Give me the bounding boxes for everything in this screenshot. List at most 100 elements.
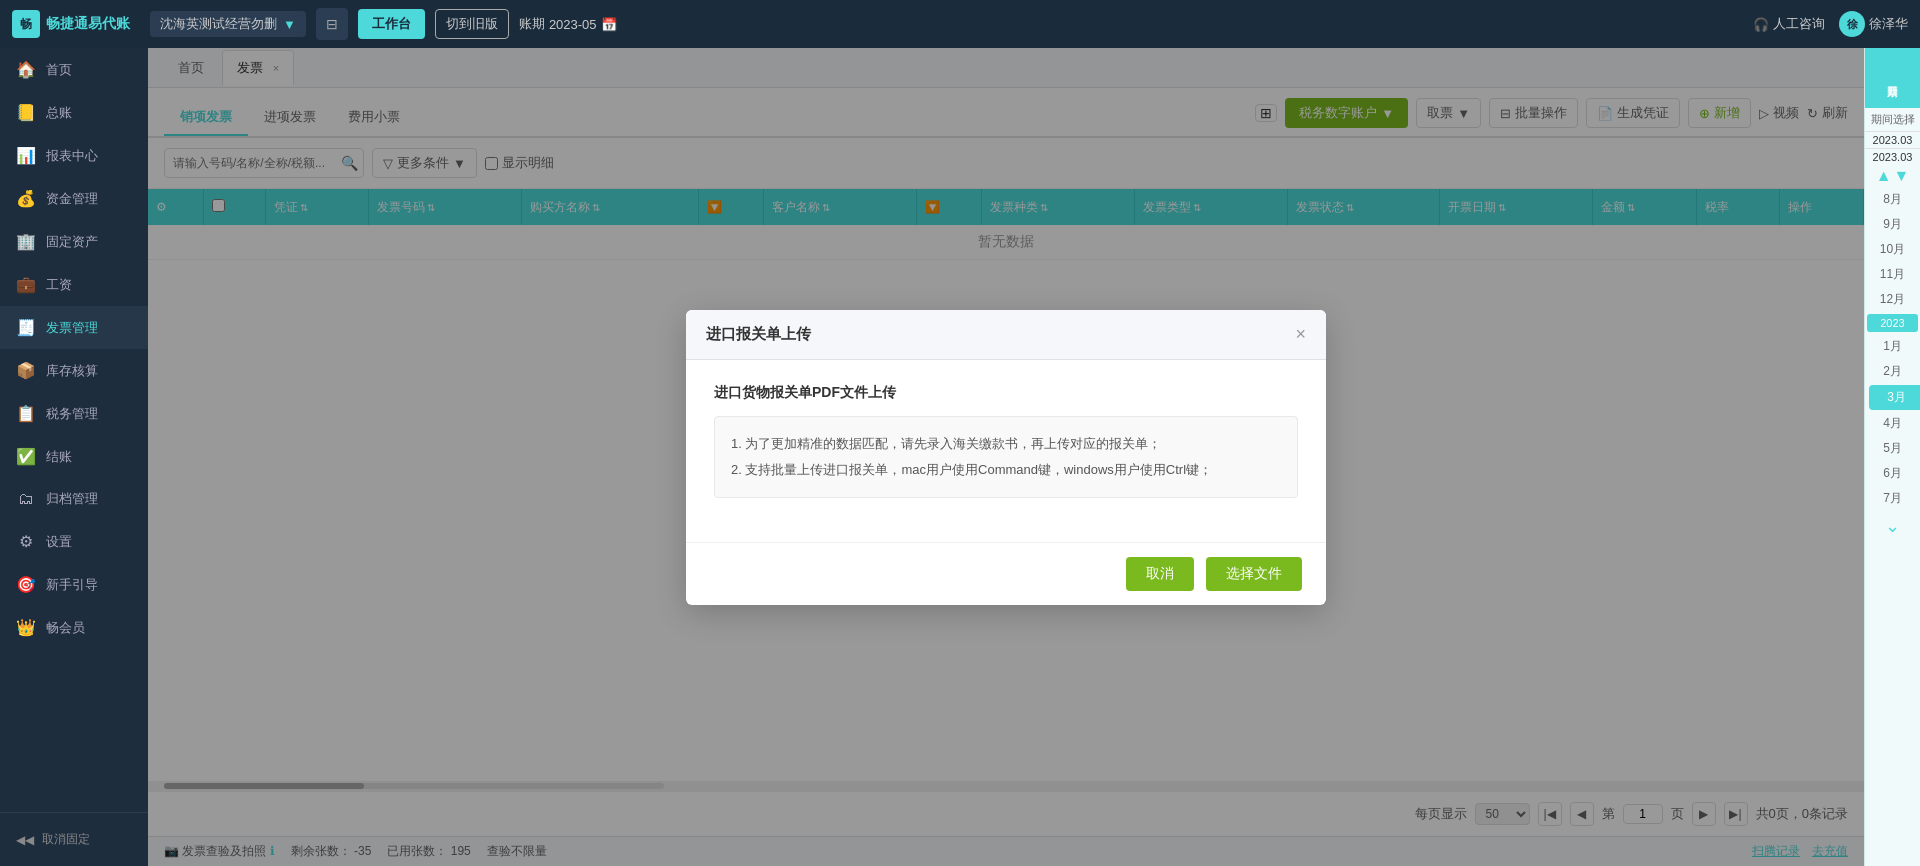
sidebar-label-home: 首页 — [46, 61, 72, 79]
company-action-icon[interactable]: ⊟ — [316, 8, 348, 40]
modal-header: 进口报关单上传 × — [686, 310, 1326, 360]
sidebar-item-inventory[interactable]: 📦 库存核算 — [0, 349, 148, 392]
modal-cancel-button[interactable]: 取消 — [1126, 557, 1194, 591]
month-4[interactable]: 4月 — [1865, 411, 1920, 436]
collapse-up-icon[interactable]: ▲ — [1876, 167, 1892, 185]
month-6[interactable]: 6月 — [1865, 461, 1920, 486]
invoice-icon: 🧾 — [16, 318, 36, 337]
sidebar-label-ledger: 总账 — [46, 104, 72, 122]
sidebar-item-salary[interactable]: 💼 工资 — [0, 263, 148, 306]
sidebar-label-invoice: 发票管理 — [46, 319, 98, 337]
sidebar-item-invoice[interactable]: 🧾 发票管理 — [0, 306, 148, 349]
company-name: 沈海英测试经营勿删 — [160, 15, 277, 33]
logo-icon: 畅 — [12, 10, 40, 38]
modal-section-title: 进口货物报关单PDF文件上传 — [714, 384, 1298, 402]
modal-close-button[interactable]: × — [1295, 324, 1306, 345]
modal-select-file-button[interactable]: 选择文件 — [1206, 557, 1302, 591]
sidebar: 🏠 首页 📒 总账 📊 报表中心 💰 资金管理 🏢 固定资产 💼 工资 — [0, 48, 148, 866]
sidebar-label-settle: 结账 — [46, 448, 72, 466]
year-2023: 2023 — [1867, 314, 1918, 332]
app-logo: 畅 畅捷通易代账 — [12, 10, 130, 38]
sidebar-item-assets[interactable]: 🏢 固定资产 — [0, 220, 148, 263]
sidebar-label-archive: 归档管理 — [46, 490, 98, 508]
content-area: 首页 发票 × 销项发票 进项发票 费用小票 — [148, 48, 1864, 866]
calendar-icon[interactable]: 📅 — [601, 17, 617, 32]
expand-down-icon[interactable]: ▼ — [1894, 167, 1910, 185]
sidebar-item-guide[interactable]: 🎯 新手引导 — [0, 563, 148, 606]
right-period-panel: 开票日期 期间选择 2023.03 2023.03 ▲ ▼ 8月 9月 10月 … — [1864, 48, 1920, 866]
sidebar-item-member[interactable]: 👑 畅会员 — [0, 606, 148, 649]
period-select-label: 期间选择 — [1865, 108, 1920, 131]
user-avatar: 徐 — [1839, 11, 1865, 37]
main-area: 🏠 首页 📒 总账 📊 报表中心 💰 资金管理 🏢 固定资产 💼 工资 — [0, 48, 1920, 866]
user-info[interactable]: 徐 徐泽华 — [1839, 11, 1908, 37]
month-12[interactable]: 12月 — [1865, 287, 1920, 312]
settings-icon: ⚙ — [16, 532, 36, 551]
modal-footer: 取消 选择文件 — [686, 542, 1326, 605]
support-button[interactable]: 🎧 人工咨询 — [1753, 15, 1825, 33]
company-selector[interactable]: 沈海英测试经营勿删 ▼ — [150, 11, 306, 37]
modal-info-item-2: 2. 支持批量上传进口报关单，mac用户使用Command键，windows用户… — [731, 457, 1281, 483]
month-5[interactable]: 5月 — [1865, 436, 1920, 461]
month-8[interactable]: 8月 — [1865, 187, 1920, 212]
modal-overlay[interactable]: 进口报关单上传 × 进口货物报关单PDF文件上传 1. 为了更加精准的数据匹配，… — [148, 48, 1864, 866]
sidebar-item-settings[interactable]: ⚙ 设置 — [0, 520, 148, 563]
sidebar-item-settle[interactable]: ✅ 结账 — [0, 435, 148, 478]
sidebar-item-tax[interactable]: 📋 税务管理 — [0, 392, 148, 435]
year-2023-03-1: 2023.03 — [1865, 131, 1920, 148]
sidebar-item-archive[interactable]: 🗂 归档管理 — [0, 478, 148, 520]
app-container: 畅 畅捷通易代账 沈海英测试经营勿删 ▼ ⊟ 工作台 切到旧版 账期 2023-… — [0, 0, 1920, 866]
workspace-button[interactable]: 工作台 — [358, 9, 425, 39]
import-customs-modal: 进口报关单上传 × 进口货物报关单PDF文件上传 1. 为了更加精准的数据匹配，… — [686, 310, 1326, 605]
month-9[interactable]: 9月 — [1865, 212, 1920, 237]
sidebar-item-home[interactable]: 🏠 首页 — [0, 48, 148, 91]
settle-icon: ✅ — [16, 447, 36, 466]
month-3[interactable]: 3月 — [1869, 385, 1920, 410]
sidebar-label-inventory: 库存核算 — [46, 362, 98, 380]
top-bar: 畅 畅捷通易代账 沈海英测试经营勿删 ▼ ⊟ 工作台 切到旧版 账期 2023-… — [0, 0, 1920, 48]
sidebar-label-guide: 新手引导 — [46, 576, 98, 594]
expand-collapse-btns: ▲ ▼ — [1865, 165, 1920, 187]
month-2[interactable]: 2月 — [1865, 359, 1920, 384]
unpin-label: 取消固定 — [42, 831, 90, 848]
scroll-down-btn[interactable]: ⌄ — [1865, 511, 1920, 541]
ledger-icon: 📒 — [16, 103, 36, 122]
year-2023-03-2: 2023.03 — [1865, 148, 1920, 165]
period-value: 2023-05 — [549, 17, 597, 32]
month-7[interactable]: 7月 — [1865, 486, 1920, 511]
archive-icon: 🗂 — [16, 490, 36, 508]
unpin-button[interactable]: ◀◀ 取消固定 — [0, 823, 148, 856]
tax-icon: 📋 — [16, 404, 36, 423]
sidebar-item-ledger[interactable]: 📒 总账 — [0, 91, 148, 134]
sidebar-bottom: ◀◀ 取消固定 — [0, 812, 148, 866]
sidebar-label-reports: 报表中心 — [46, 147, 98, 165]
modal-title: 进口报关单上传 — [706, 325, 811, 344]
sidebar-item-reports[interactable]: 📊 报表中心 — [0, 134, 148, 177]
assets-icon: 🏢 — [16, 232, 36, 251]
sidebar-label-tax: 税务管理 — [46, 405, 98, 423]
chevron-down-icon[interactable]: ⌄ — [1885, 515, 1900, 537]
sidebar-label-finance: 资金管理 — [46, 190, 98, 208]
guide-icon: 🎯 — [16, 575, 36, 594]
open-close-btn[interactable]: 开票日期 — [1865, 48, 1920, 108]
month-10[interactable]: 10月 — [1865, 237, 1920, 262]
sidebar-label-salary: 工资 — [46, 276, 72, 294]
headset-icon: 🎧 — [1753, 17, 1769, 32]
member-icon: 👑 — [16, 618, 36, 637]
salary-icon: 💼 — [16, 275, 36, 294]
switch-version-button[interactable]: 切到旧版 — [435, 9, 509, 39]
sidebar-label-assets: 固定资产 — [46, 233, 98, 251]
month-1[interactable]: 1月 — [1865, 334, 1920, 359]
sidebar-label-member: 畅会员 — [46, 619, 85, 637]
modal-info-box: 1. 为了更加精准的数据匹配，请先录入海关缴款书，再上传对应的报关单； 2. 支… — [714, 416, 1298, 498]
modal-info-item-1: 1. 为了更加精准的数据匹配，请先录入海关缴款书，再上传对应的报关单； — [731, 431, 1281, 457]
sidebar-item-finance[interactable]: 💰 资金管理 — [0, 177, 148, 220]
company-dropdown-icon: ▼ — [283, 17, 296, 32]
top-right: 🎧 人工咨询 徐 徐泽华 — [1753, 11, 1908, 37]
pin-icon: ◀◀ — [16, 833, 34, 847]
home-icon: 🏠 — [16, 60, 36, 79]
sidebar-label-settings: 设置 — [46, 533, 72, 551]
finance-icon: 💰 — [16, 189, 36, 208]
reports-icon: 📊 — [16, 146, 36, 165]
month-11[interactable]: 11月 — [1865, 262, 1920, 287]
